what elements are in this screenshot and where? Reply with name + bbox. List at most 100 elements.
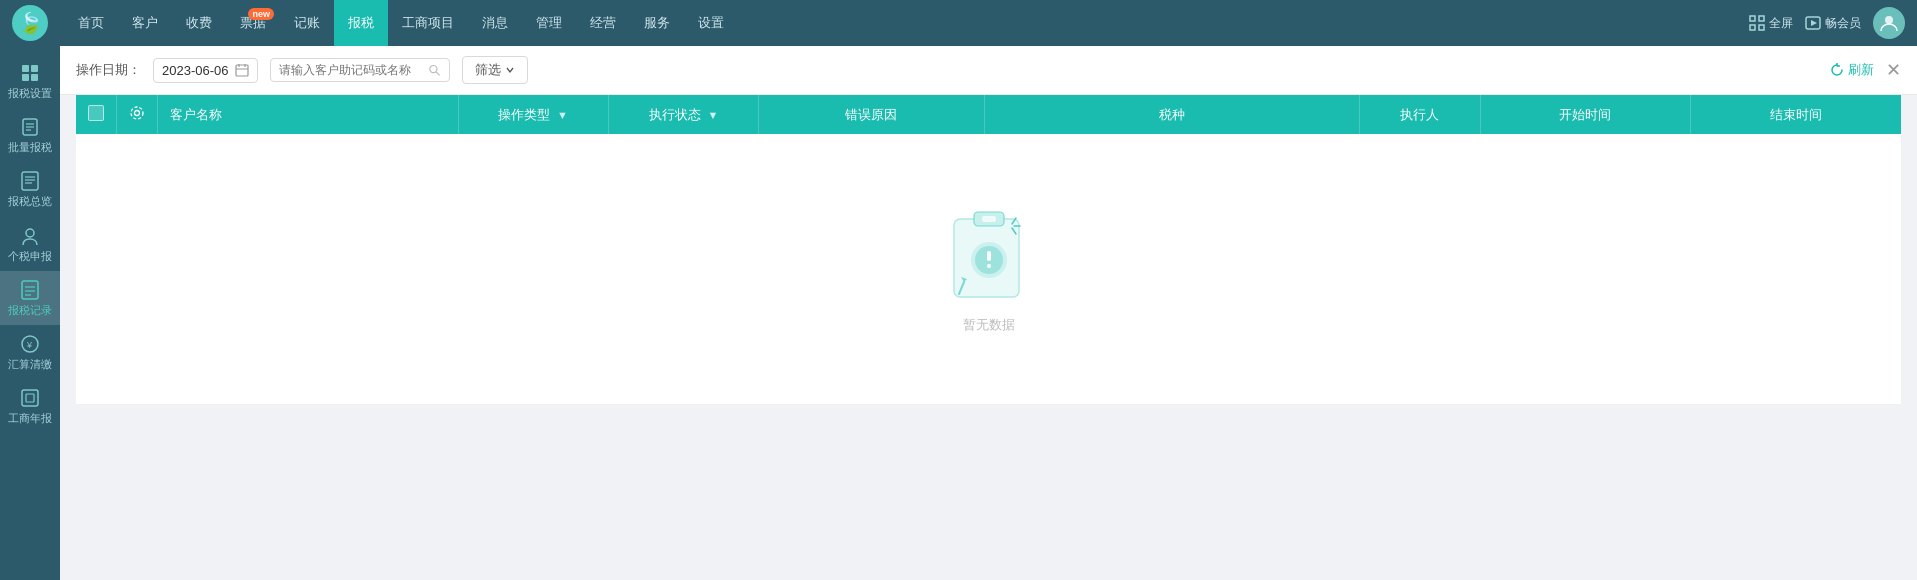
th-error-reason: 错误原因 — [759, 95, 984, 134]
sidebar-item-tax-records[interactable]: 报税记录 — [0, 271, 60, 325]
nav-management[interactable]: 经营 — [576, 0, 630, 46]
nav-settings[interactable]: 设置 — [684, 0, 738, 46]
svg-rect-26 — [22, 390, 38, 406]
svg-rect-27 — [26, 394, 34, 402]
th-settings[interactable] — [117, 95, 158, 134]
svg-rect-41 — [987, 251, 991, 261]
sidebar-item-annual-report[interactable]: 工商年报 — [0, 379, 60, 433]
settings-icon — [129, 105, 145, 121]
filter-label: 筛选 — [475, 61, 501, 79]
sidebar-label-settlement: 汇算清缴 — [8, 358, 52, 371]
date-picker[interactable]: 2023-06-06 — [153, 58, 258, 83]
svg-rect-7 — [22, 65, 29, 72]
sidebar-label-batch-tax: 批量报税 — [8, 141, 52, 154]
sidebar-label-annual-report: 工商年报 — [8, 412, 52, 425]
nav-menu: 首页 客户 收费 票据 new 记账 报税 工商项目 消息 管理 经营 服务 设… — [64, 0, 1749, 46]
empty-state: 暂无数据 — [88, 144, 1889, 394]
sidebar-label-tax-records: 报税记录 — [8, 304, 52, 317]
new-badge: new — [248, 8, 274, 20]
svg-rect-10 — [31, 74, 38, 81]
search-icon — [428, 63, 441, 77]
th-checkbox[interactable] — [76, 95, 117, 134]
filter-button[interactable]: 筛选 — [462, 56, 528, 84]
member-button[interactable]: 畅会员 — [1805, 15, 1861, 32]
svg-text:¥: ¥ — [26, 340, 33, 350]
th-tax-type: 税种 — [984, 95, 1360, 134]
nav-business[interactable]: 工商项目 — [388, 0, 468, 46]
sidebar-item-tax-settings[interactable]: 报税设置 — [0, 54, 60, 108]
svg-point-6 — [1885, 16, 1893, 24]
th-executor: 执行人 — [1360, 95, 1480, 134]
main-content: 操作日期： 2023-06-06 筛选 — [60, 46, 1917, 580]
sidebar-item-settlement[interactable]: ¥ 汇算清缴 — [0, 325, 60, 379]
svg-rect-38 — [982, 216, 996, 222]
sidebar-label-tax-settings: 报税设置 — [8, 87, 52, 100]
exec-status-filter-icon: ▼ — [707, 109, 718, 121]
sidebar-label-personal-tax: 个税申报 — [8, 250, 52, 263]
nav-customer[interactable]: 客户 — [118, 0, 172, 46]
records-table: 客户名称 操作类型 ▼ 执行状态 ▼ 错误原因 — [76, 95, 1901, 405]
empty-state-text: 暂无数据 — [963, 316, 1015, 334]
sidebar-label-tax-overview: 报税总览 — [8, 195, 52, 208]
close-button[interactable]: ✕ — [1886, 59, 1901, 81]
play-icon — [1805, 16, 1821, 30]
svg-rect-9 — [22, 74, 29, 81]
fullscreen-button[interactable]: 全屏 — [1749, 15, 1793, 32]
tax-records-icon — [19, 279, 41, 301]
personal-tax-icon — [19, 225, 41, 247]
search-input[interactable] — [279, 63, 424, 77]
nav-tax[interactable]: 报税 — [334, 0, 388, 46]
annual-report-icon — [19, 387, 41, 409]
svg-marker-5 — [1811, 20, 1817, 26]
tax-settings-icon — [19, 62, 41, 84]
svg-point-19 — [26, 229, 34, 237]
th-start-time: 开始时间 — [1480, 95, 1690, 134]
refresh-icon — [1830, 63, 1844, 77]
svg-rect-42 — [987, 264, 991, 268]
calendar-icon — [235, 63, 249, 77]
svg-rect-28 — [236, 65, 248, 76]
svg-point-35 — [131, 107, 143, 119]
nav-invoice[interactable]: 票据 new — [226, 0, 280, 46]
sidebar-item-batch-tax[interactable]: 批量报税 — [0, 108, 60, 162]
empty-illustration — [944, 204, 1034, 304]
date-label: 操作日期： — [76, 61, 141, 79]
svg-rect-20 — [22, 281, 38, 299]
op-type-filter-icon: ▼ — [557, 109, 568, 121]
refresh-label: 刷新 — [1848, 61, 1874, 79]
svg-rect-1 — [1759, 16, 1764, 21]
app-logo[interactable]: 🍃 — [12, 5, 48, 41]
svg-point-32 — [430, 66, 437, 73]
toolbar: 操作日期： 2023-06-06 筛选 — [60, 46, 1917, 95]
user-avatar[interactable] — [1873, 7, 1905, 39]
nav-home[interactable]: 首页 — [64, 0, 118, 46]
svg-rect-3 — [1759, 25, 1764, 30]
nav-accounting[interactable]: 记账 — [280, 0, 334, 46]
empty-state-cell: 暂无数据 — [76, 134, 1901, 405]
empty-row: 暂无数据 — [76, 134, 1901, 405]
svg-line-33 — [436, 72, 440, 76]
search-box[interactable] — [270, 58, 450, 82]
nav-admin[interactable]: 管理 — [522, 0, 576, 46]
sidebar-item-tax-overview[interactable]: 报税总览 — [0, 162, 60, 216]
nav-service[interactable]: 服务 — [630, 0, 684, 46]
sidebar: 报税设置 批量报税 报税总览 — [0, 46, 60, 580]
th-customer-name: 客户名称 — [158, 95, 459, 134]
th-op-type[interactable]: 操作类型 ▼ — [458, 95, 608, 134]
svg-rect-8 — [31, 65, 38, 72]
settlement-icon: ¥ — [19, 333, 41, 355]
chevron-down-icon — [505, 65, 515, 75]
svg-rect-0 — [1750, 16, 1755, 21]
nav-message[interactable]: 消息 — [468, 0, 522, 46]
table-header-row: 客户名称 操作类型 ▼ 执行状态 ▼ 错误原因 — [76, 95, 1901, 134]
th-exec-status[interactable]: 执行状态 ▼ — [608, 95, 758, 134]
batch-tax-icon — [19, 116, 41, 138]
avatar-icon — [1879, 13, 1899, 33]
table-body: 暂无数据 — [76, 134, 1901, 405]
refresh-button[interactable]: 刷新 — [1830, 61, 1874, 79]
tax-overview-icon — [19, 170, 41, 192]
nav-fee[interactable]: 收费 — [172, 0, 226, 46]
svg-rect-15 — [22, 172, 38, 190]
top-navigation: 🍃 首页 客户 收费 票据 new 记账 报税 工商项目 消息 管理 经营 服务… — [0, 0, 1917, 46]
sidebar-item-personal-tax[interactable]: 个税申报 — [0, 217, 60, 271]
